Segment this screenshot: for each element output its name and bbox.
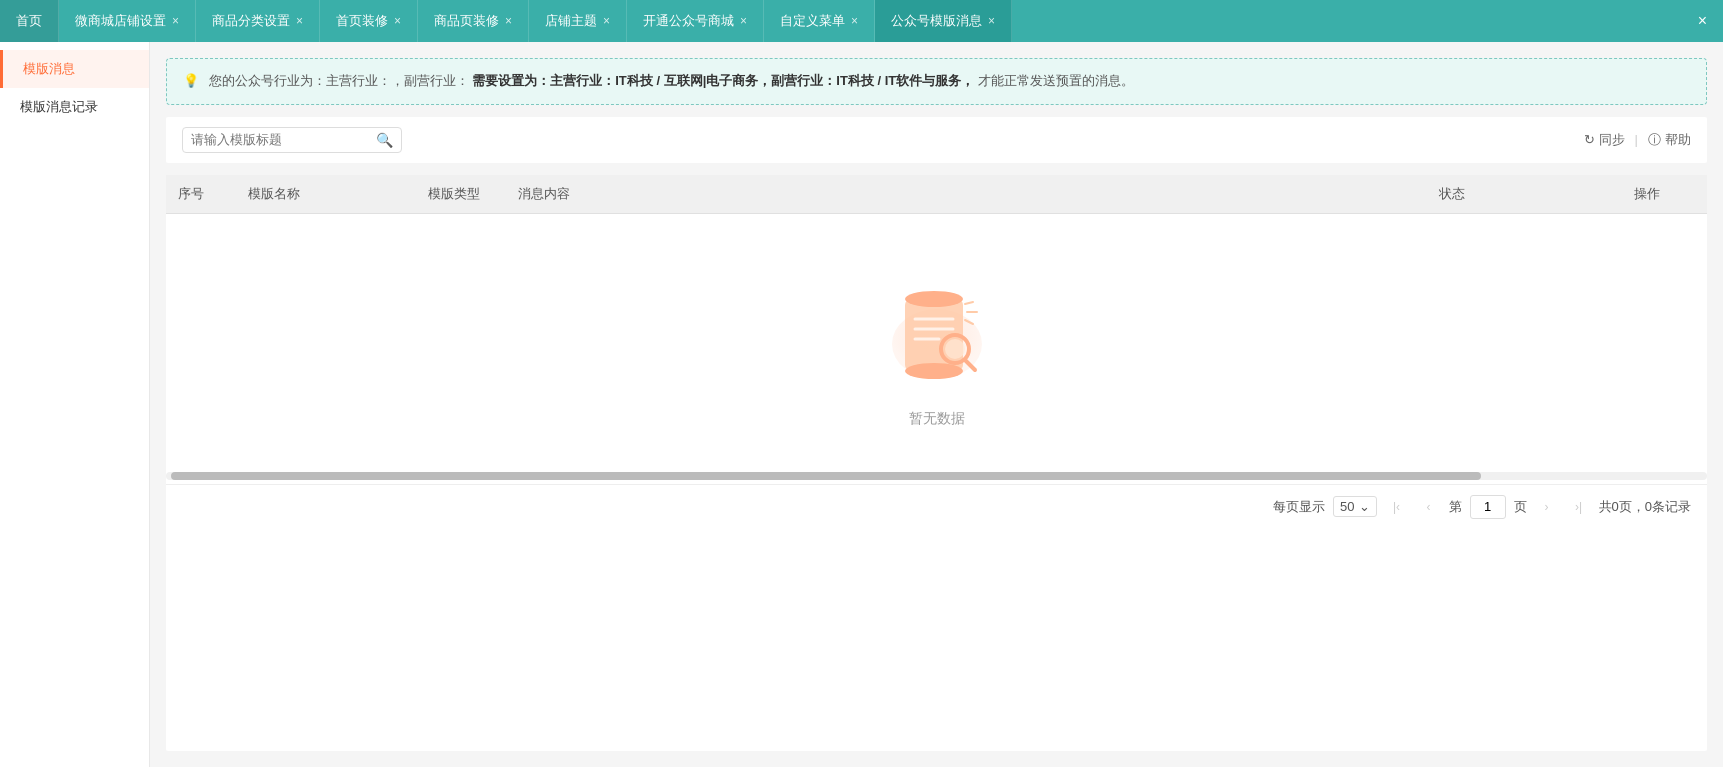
nav-tab-open-mall[interactable]: 开通公众号商城 × [627,0,764,42]
nav-tab-template-msg[interactable]: 公众号模版消息 × [875,0,1012,42]
notice-suffix: 才能正常发送预置的消息。 [978,73,1134,88]
nav-tab-template-msg-close[interactable]: × [988,14,995,28]
nav-tab-custom-menu-label: 自定义菜单 [780,12,845,30]
page-last-button[interactable]: ›| [1567,495,1591,519]
toolbar-right: ↻ 同步 | ⓘ 帮助 [1584,131,1691,149]
nav-tab-custom-menu[interactable]: 自定义菜单 × [764,0,875,42]
nav-tab-category-close[interactable]: × [296,14,303,28]
sidebar-item-template-message-log-label: 模版消息记录 [20,99,98,114]
empty-state: 暂无数据 [166,214,1707,468]
sync-icon: ↻ [1584,132,1595,147]
nav-tab-open-mall-label: 开通公众号商城 [643,12,734,30]
chevron-down-icon: ⌄ [1359,499,1370,514]
nav-tab-product-label: 商品页装修 [434,12,499,30]
nav-tab-theme-label: 店铺主题 [545,12,597,30]
page-size-value: 50 [1340,499,1354,514]
search-input-wrap[interactable]: 🔍 [182,127,402,153]
horizontal-scrollbar[interactable] [166,472,1707,480]
col-header-type: 模版类型 [416,175,506,213]
sidebar-item-template-message-label: 模版消息 [23,61,75,76]
svg-point-8 [945,339,965,359]
search-bar: 🔍 ↻ 同步 | ⓘ 帮助 [166,117,1707,163]
svg-point-3 [905,363,963,379]
col-header-content: 消息内容 [506,175,1427,213]
nav-tab-homepage-close[interactable]: × [394,14,401,28]
help-icon: ⓘ [1648,131,1661,149]
scroll-thumb[interactable] [171,472,1481,480]
main-layout: 模版消息 模版消息记录 💡 您的公众号行业为：主营行业：，副营行业： 需要设置为… [0,42,1723,767]
total-text: 共0页，0条记录 [1599,498,1691,516]
nav-tab-wshop[interactable]: 微商城店铺设置 × [59,0,196,42]
empty-text: 暂无数据 [909,410,965,428]
page-word: 页 [1514,498,1527,516]
table-header: 序号 模版名称 模版类型 消息内容 状态 操作 [166,175,1707,214]
page-prev-button[interactable]: ‹ [1417,495,1441,519]
page-size-select[interactable]: 50 ⌄ [1333,496,1376,517]
notice-prefix: 您的公众号行业为：主营行业：，副营行业： [209,73,469,88]
nav-tab-home-label: 首页 [16,12,42,30]
sync-label: 同步 [1599,131,1625,149]
nav-tab-product-close[interactable]: × [505,14,512,28]
nav-tab-product[interactable]: 商品页装修 × [418,0,529,42]
sync-button[interactable]: ↻ 同步 [1584,131,1625,149]
sidebar-item-template-message-log[interactable]: 模版消息记录 [0,88,149,126]
page-of-word: 第 [1449,498,1462,516]
col-header-status: 状态 [1427,175,1587,213]
close-all-button[interactable]: × [1682,12,1723,30]
nav-tab-wshop-close[interactable]: × [172,14,179,28]
nav-tab-homepage-label: 首页装修 [336,12,388,30]
table-wrap: 序号 模版名称 模版类型 消息内容 状态 操作 [166,175,1707,751]
svg-line-10 [965,302,973,304]
nav-tab-homepage[interactable]: 首页装修 × [320,0,418,42]
page-next-button[interactable]: › [1535,495,1559,519]
content-area: 💡 您的公众号行业为：主营行业：，副营行业： 需要设置为：主营行业：IT科技 /… [150,42,1723,767]
page-size-label: 每页显示 [1273,498,1325,516]
top-nav: 首页 微商城店铺设置 × 商品分类设置 × 首页装修 × 商品页装修 × 店铺主… [0,0,1723,42]
nav-tab-wshop-label: 微商城店铺设置 [75,12,166,30]
sidebar-item-template-message[interactable]: 模版消息 [0,50,149,88]
help-label: 帮助 [1665,131,1691,149]
help-button[interactable]: ⓘ 帮助 [1648,131,1691,149]
search-input[interactable] [191,132,376,147]
nav-tab-home[interactable]: 首页 [0,0,59,42]
toolbar-divider: | [1635,132,1638,147]
col-header-seq: 序号 [166,175,236,213]
svg-point-2 [905,291,963,307]
notice-icon: 💡 [183,73,199,88]
nav-tab-category-label: 商品分类设置 [212,12,290,30]
nav-tab-custom-menu-close[interactable]: × [851,14,858,28]
page-first-button[interactable]: |‹ [1385,495,1409,519]
search-icon[interactable]: 🔍 [376,132,393,148]
notice-box: 💡 您的公众号行业为：主营行业：，副营行业： 需要设置为：主营行业：IT科技 /… [166,58,1707,105]
sidebar: 模版消息 模版消息记录 [0,42,150,767]
col-header-action: 操作 [1587,175,1707,213]
notice-highlight: 需要设置为：主营行业：IT科技 / 互联网|电子商务，副营行业：IT科技 / I… [472,73,974,88]
nav-tab-theme-close[interactable]: × [603,14,610,28]
pagination: 每页显示 50 ⌄ |‹ ‹ 第 页 › ›| 共0页，0条记录 [166,484,1707,529]
empty-icon [877,274,997,394]
col-header-name: 模版名称 [236,175,416,213]
nav-tab-theme[interactable]: 店铺主题 × [529,0,627,42]
nav-tab-template-msg-label: 公众号模版消息 [891,12,982,30]
page-number-input[interactable] [1470,495,1506,519]
nav-tab-open-mall-close[interactable]: × [740,14,747,28]
nav-tab-category[interactable]: 商品分类设置 × [196,0,320,42]
